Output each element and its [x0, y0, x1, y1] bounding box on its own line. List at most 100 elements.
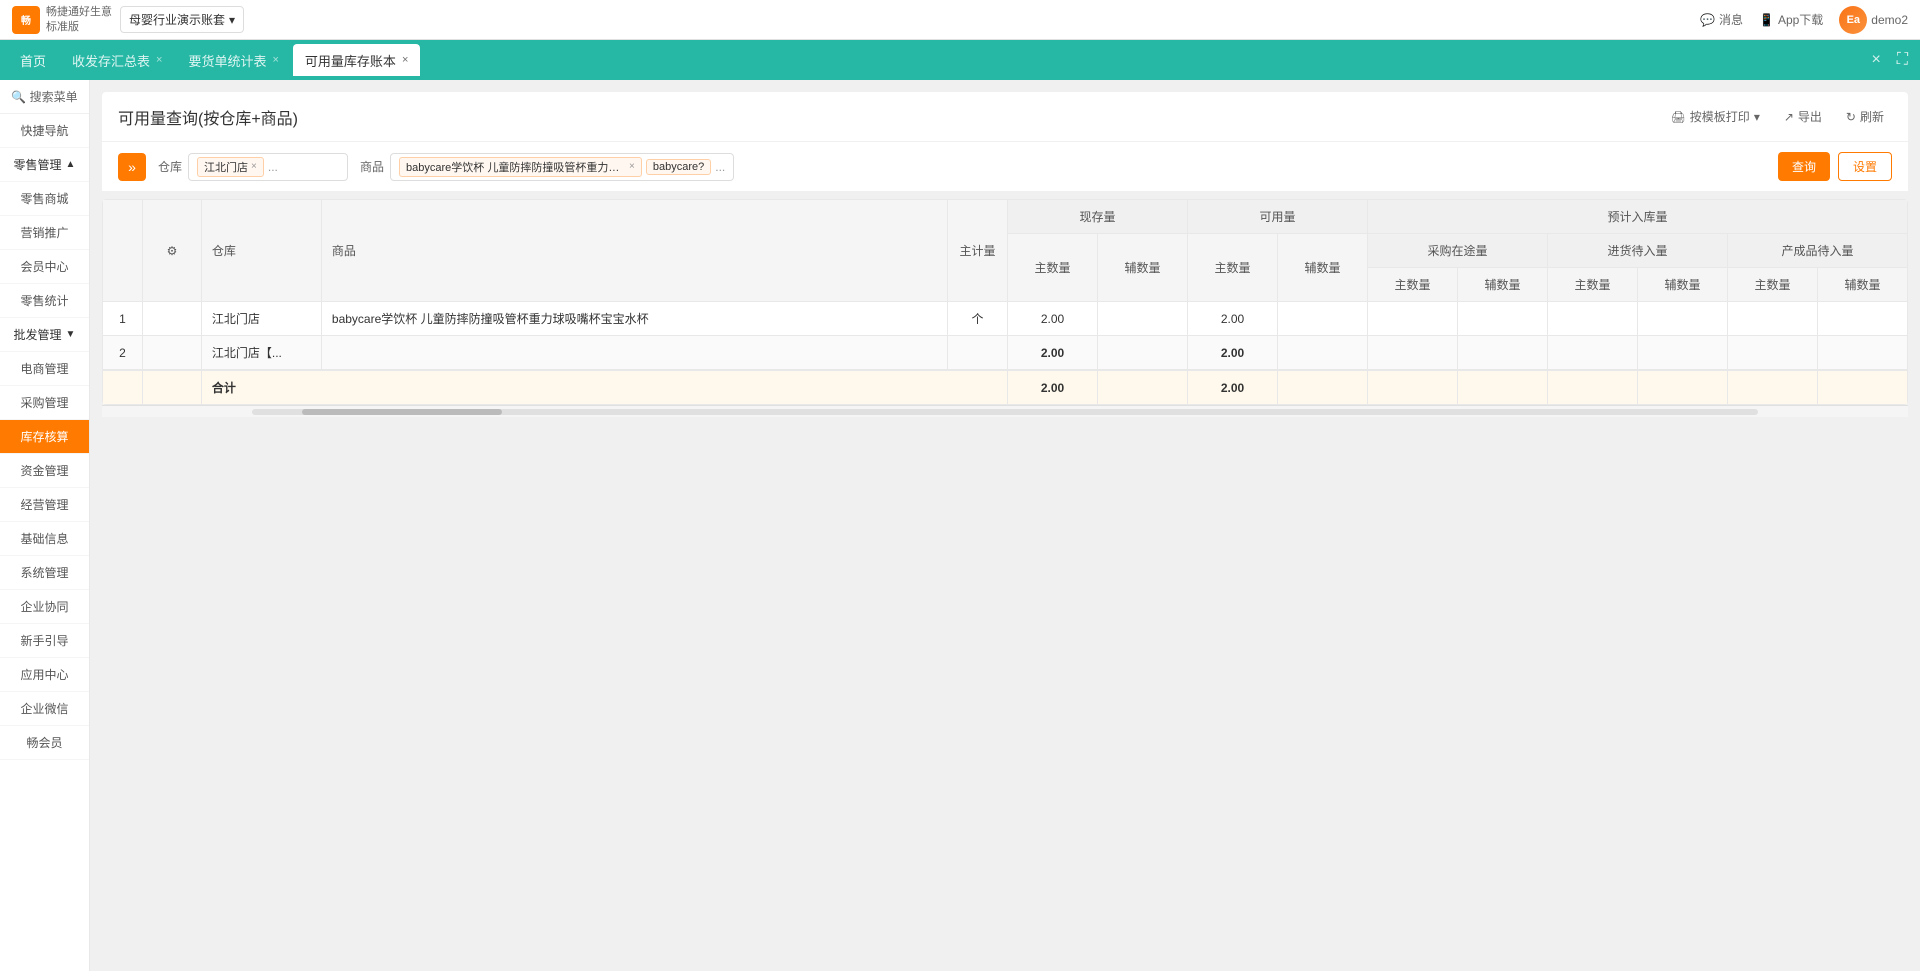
fullscreen-btn[interactable]: ⛶ [1893, 47, 1912, 73]
col-header-settings[interactable]: ⚙ [143, 200, 202, 302]
col-header-stock-main-qty: 主数量 [1008, 234, 1098, 302]
sidebar-item-retail-mall[interactable]: 零售商城 [0, 182, 89, 216]
sidebar-item-new-guide[interactable]: 新手引导 [0, 624, 89, 658]
chevron-icon: ▲ [66, 159, 76, 170]
col-header-main-unit: 主计量 [948, 200, 1008, 302]
sidebar-search[interactable]: 🔍 搜索菜单 [0, 80, 89, 114]
col-header-pending-aux-qty: 辅数量 [1638, 268, 1728, 302]
cell-purchase-main [1368, 302, 1458, 336]
cell-avail-aux [1278, 302, 1368, 336]
sidebar-item-finance-mgmt[interactable]: 资金管理 [0, 454, 89, 488]
cell-pending-aux [1638, 302, 1728, 336]
app-download-btn[interactable]: 📱 App下载 [1759, 11, 1823, 28]
col-header-available: 可用量 [1188, 200, 1368, 234]
sidebar-item-app-center[interactable]: 应用中心 [0, 658, 89, 692]
setting-button[interactable]: 设置 [1838, 152, 1892, 181]
sidebar-item-marketing[interactable]: 营销推广 [0, 216, 89, 250]
col-header-purchase-main-qty: 主数量 [1368, 268, 1458, 302]
download-icon: 📱 [1759, 13, 1774, 27]
sidebar-item-system-mgmt[interactable]: 系统管理 [0, 556, 89, 590]
refresh-btn[interactable]: ↻ 刷新 [1838, 104, 1892, 129]
message-btn[interactable]: 💬 消息 [1700, 11, 1743, 28]
print-icon: 🖨 [1671, 110, 1686, 124]
scrollbar-track[interactable] [252, 409, 1758, 415]
cell-avail-aux [1278, 336, 1368, 371]
warehouse-input[interactable]: 江北门店 × ... [188, 153, 348, 181]
cell-pending-main [1548, 302, 1638, 336]
total-stock-aux [1098, 370, 1188, 405]
col-header-avail-main-qty: 主数量 [1188, 234, 1278, 302]
sidebar-item-retail-mgmt[interactable]: 零售管理 ▲ [0, 148, 89, 182]
cell-prod-main [1728, 302, 1818, 336]
user-area[interactable]: Ea demo2 [1839, 6, 1908, 34]
sidebar-item-retail-stat[interactable]: 零售统计 [0, 284, 89, 318]
cell-prod-aux [1818, 302, 1908, 336]
sidebar-item-purchase-mgmt[interactable]: 采购管理 [0, 386, 89, 420]
avatar: Ea [1839, 6, 1867, 34]
chevron-icon: ▼ [66, 329, 76, 340]
col-header-production-pending: 产成品待入量 [1728, 234, 1908, 268]
cell-pending-aux [1638, 336, 1728, 371]
tab-close-icon[interactable]: × [156, 55, 162, 66]
cell-settings [143, 336, 202, 371]
cell-warehouse: 江北门店 [201, 302, 321, 336]
total-pending-aux [1638, 370, 1728, 405]
nav-tabs-bar: 首页 收发存汇总表 × 要货单统计表 × 可用量库存账本 × × ⛶ [0, 40, 1920, 80]
total-pending-main [1548, 370, 1638, 405]
export-btn[interactable]: ↗ 导出 [1776, 104, 1830, 129]
product-tag1: babycare学饮杯 儿童防摔防撞吸管杯重力球吸嘴杯宝宝水杯 × [399, 157, 642, 177]
col-header-index [103, 200, 143, 302]
scrollbar-thumb[interactable] [302, 409, 502, 415]
tab-keyongliang[interactable]: 可用量库存账本 × [293, 44, 420, 76]
tab-yaohuo[interactable]: 要货单统计表 × [176, 44, 290, 76]
page-actions: 🖨 按模板打印 ▾ ↗ 导出 ↻ 刷新 [1663, 104, 1892, 129]
search-icon: 🔍 [11, 90, 26, 104]
product-more[interactable]: ... [715, 160, 725, 174]
tab-close-icon[interactable]: × [402, 55, 408, 66]
total-avail-main: 2.00 [1188, 370, 1278, 405]
close-all-tabs-btn[interactable]: × [1867, 47, 1884, 73]
sidebar-item-member2[interactable]: 畅会员 [0, 726, 89, 760]
cell-product: babycare学饮杯 儿童防摔防撞吸管杯重力球吸嘴杯宝宝水杯 [321, 302, 947, 336]
page-title: 可用量查询(按仓库+商品) [118, 105, 298, 129]
tab-shoucun[interactable]: 收发存汇总表 × [60, 44, 174, 76]
table-row: 2 江北门店【... 2.00 2.00 [103, 336, 1908, 371]
total-prod-main [1728, 370, 1818, 405]
sidebar-item-wholesale-mgmt[interactable]: 批发管理 ▼ [0, 318, 89, 352]
tab-close-icon[interactable]: × [272, 55, 278, 66]
sidebar-item-inventory-check[interactable]: 库存核算 [0, 420, 89, 454]
sidebar-item-operations-mgmt[interactable]: 经营管理 [0, 488, 89, 522]
total-row: 合计 2.00 2.00 [103, 370, 1908, 405]
cell-index: 1 [103, 302, 143, 336]
page-content: 可用量查询(按仓库+商品) 🖨 按模板打印 ▾ ↗ 导出 ↻ 刷新 [90, 80, 1920, 971]
product-input[interactable]: babycare学饮杯 儿童防摔防撞吸管杯重力球吸嘴杯宝宝水杯 × babyca… [390, 153, 734, 181]
sidebar-item-basic-info[interactable]: 基础信息 [0, 522, 89, 556]
sidebar-item-enterprise-collab[interactable]: 企业协同 [0, 590, 89, 624]
tab-home[interactable]: 首页 [8, 51, 58, 70]
sidebar-item-ecom-mgmt[interactable]: 电商管理 [0, 352, 89, 386]
sidebar-item-enterprise-wechat[interactable]: 企业微信 [0, 692, 89, 726]
sidebar-item-quick-nav[interactable]: 快捷导航 [0, 114, 89, 148]
query-button[interactable]: 查询 [1778, 152, 1830, 181]
warehouse-more[interactable]: ... [268, 160, 278, 174]
filter-toggle-btn[interactable]: » [118, 153, 146, 181]
print-btn[interactable]: 🖨 按模板打印 ▾ [1663, 104, 1768, 129]
cell-pending-main [1548, 336, 1638, 371]
col-header-avail-aux-qty: 辅数量 [1278, 234, 1368, 302]
col-header-warehouse: 仓库 [201, 200, 321, 302]
cell-stock-main: 2.00 [1008, 302, 1098, 336]
total-stock-main: 2.00 [1008, 370, 1098, 405]
cell-avail-main: 2.00 [1188, 336, 1278, 371]
col-header-product: 商品 [321, 200, 947, 302]
sidebar: 🔍 搜索菜单 快捷导航 零售管理 ▲ 零售商城 营销推广 会员中心 零售统计 批… [0, 80, 90, 971]
warehouse-tag: 江北门店 × [197, 157, 264, 177]
cell-unit [948, 336, 1008, 371]
product-tag1-close[interactable]: × [629, 161, 635, 172]
org-selector[interactable]: 母婴行业演示账套 ▾ [120, 6, 244, 33]
cell-warehouse: 江北门店【... [201, 336, 321, 371]
product-tag2: babycare? [646, 159, 711, 175]
product-label: 商品 [360, 158, 384, 175]
warehouse-tag-close[interactable]: × [251, 161, 257, 172]
sidebar-item-member[interactable]: 会员中心 [0, 250, 89, 284]
top-bar: 畅 畅捷通好生意 标准版 母婴行业演示账套 ▾ 💬 消息 📱 App下载 Ea … [0, 0, 1920, 40]
